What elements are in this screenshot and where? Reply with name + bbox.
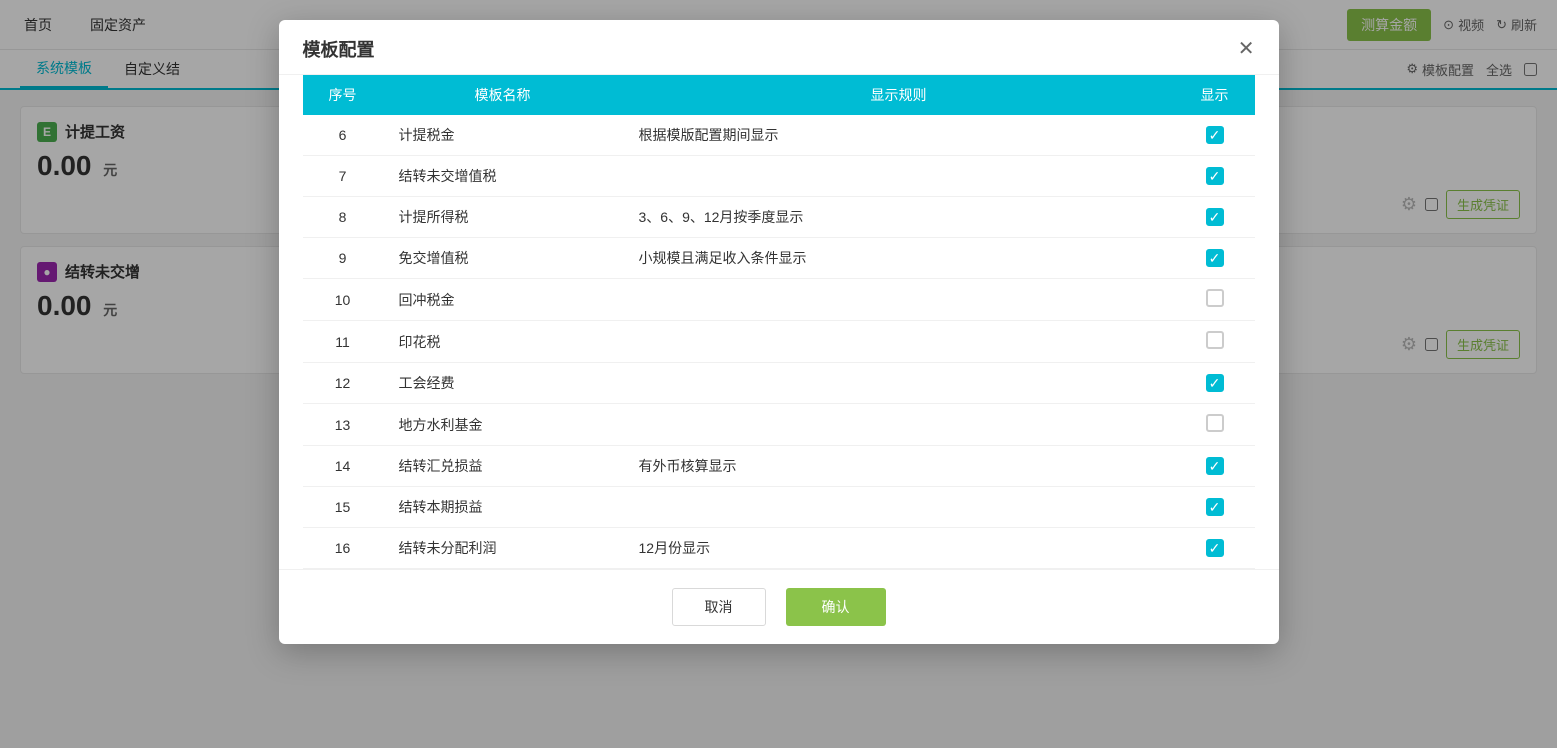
row-rule: 3、6、9、12月按季度显示 (623, 197, 1175, 238)
row-checkbox-cell: ✓ (1175, 363, 1255, 404)
modal-body: 序号 模板名称 显示规则 显示 6 计提税金 根据模版配置期间显示 ✓ 7 结转… (279, 75, 1279, 569)
row-rule (623, 363, 1175, 404)
row-seq: 12 (303, 363, 383, 404)
row-checkbox-cell: ✓ (1175, 115, 1255, 156)
row-name: 计提税金 (383, 115, 623, 156)
row-name: 结转未分配利润 (383, 528, 623, 569)
col-show: 显示 (1175, 75, 1255, 115)
table-row: 10 回冲税金 (303, 279, 1255, 321)
row-seq: 6 (303, 115, 383, 156)
modal-close-button[interactable]: ✕ (1238, 39, 1255, 59)
row-checkbox[interactable]: ✓ (1206, 249, 1224, 267)
row-rule: 小规模且满足收入条件显示 (623, 238, 1175, 279)
row-rule: 12月份显示 (623, 528, 1175, 569)
cancel-button[interactable]: 取消 (672, 588, 766, 626)
row-checkbox-cell: ✓ (1175, 197, 1255, 238)
table-row: 9 免交增值税 小规模且满足收入条件显示 ✓ (303, 238, 1255, 279)
row-checkbox-cell: ✓ (1175, 487, 1255, 528)
row-name: 地方水利基金 (383, 404, 623, 446)
row-checkbox-cell (1175, 279, 1255, 321)
row-checkbox-cell: ✓ (1175, 446, 1255, 487)
row-checkbox[interactable]: ✓ (1206, 126, 1224, 144)
table-row: 15 结转本期损益 ✓ (303, 487, 1255, 528)
row-checkbox[interactable]: ✓ (1206, 539, 1224, 557)
modal: 模板配置 ✕ 序号 模板名称 显示规则 显示 6 计提税金 根据模版配置期间显示 (279, 20, 1279, 644)
row-name: 印花税 (383, 321, 623, 363)
row-name: 免交增值税 (383, 238, 623, 279)
table-row: 14 结转汇兑损益 有外币核算显示 ✓ (303, 446, 1255, 487)
row-rule: 有外币核算显示 (623, 446, 1175, 487)
modal-title: 模板配置 (303, 36, 375, 62)
row-checkbox-cell: ✓ (1175, 238, 1255, 279)
row-name: 结转汇兑损益 (383, 446, 623, 487)
row-seq: 7 (303, 156, 383, 197)
table-row: 7 结转未交增值税 ✓ (303, 156, 1255, 197)
row-checkbox-cell: ✓ (1175, 528, 1255, 569)
row-name: 结转本期损益 (383, 487, 623, 528)
modal-overlay: 模板配置 ✕ 序号 模板名称 显示规则 显示 6 计提税金 根据模版配置期间显示 (0, 0, 1557, 748)
row-checkbox[interactable]: ✓ (1206, 374, 1224, 392)
row-seq: 13 (303, 404, 383, 446)
row-seq: 9 (303, 238, 383, 279)
row-seq: 15 (303, 487, 383, 528)
row-checkbox[interactable] (1206, 331, 1224, 349)
row-rule (623, 404, 1175, 446)
col-rule: 显示规则 (623, 75, 1175, 115)
row-checkbox-cell (1175, 321, 1255, 363)
row-rule (623, 321, 1175, 363)
row-rule (623, 279, 1175, 321)
row-name: 计提所得税 (383, 197, 623, 238)
modal-header: 模板配置 ✕ (279, 20, 1279, 75)
row-checkbox-cell (1175, 404, 1255, 446)
table-row: 6 计提税金 根据模版配置期间显示 ✓ (303, 115, 1255, 156)
confirm-button[interactable]: 确认 (786, 588, 886, 626)
table-row: 12 工会经费 ✓ (303, 363, 1255, 404)
table-row: 16 结转未分配利润 12月份显示 ✓ (303, 528, 1255, 569)
table-row: 11 印花税 (303, 321, 1255, 363)
row-seq: 11 (303, 321, 383, 363)
row-checkbox[interactable] (1206, 289, 1224, 307)
row-checkbox[interactable]: ✓ (1206, 167, 1224, 185)
modal-footer: 取消 确认 (279, 569, 1279, 644)
row-name: 结转未交增值税 (383, 156, 623, 197)
row-seq: 14 (303, 446, 383, 487)
config-table: 序号 模板名称 显示规则 显示 6 计提税金 根据模版配置期间显示 ✓ 7 结转… (303, 75, 1255, 569)
row-rule (623, 156, 1175, 197)
row-checkbox[interactable]: ✓ (1206, 498, 1224, 516)
row-checkbox[interactable]: ✓ (1206, 457, 1224, 475)
row-name: 回冲税金 (383, 279, 623, 321)
row-name: 工会经费 (383, 363, 623, 404)
table-row: 13 地方水利基金 (303, 404, 1255, 446)
row-seq: 10 (303, 279, 383, 321)
row-checkbox[interactable] (1206, 414, 1224, 432)
row-seq: 16 (303, 528, 383, 569)
row-checkbox-cell: ✓ (1175, 156, 1255, 197)
col-name: 模板名称 (383, 75, 623, 115)
row-checkbox[interactable]: ✓ (1206, 208, 1224, 226)
row-seq: 8 (303, 197, 383, 238)
row-rule: 根据模版配置期间显示 (623, 115, 1175, 156)
row-rule (623, 487, 1175, 528)
table-row: 8 计提所得税 3、6、9、12月按季度显示 ✓ (303, 197, 1255, 238)
col-seq: 序号 (303, 75, 383, 115)
